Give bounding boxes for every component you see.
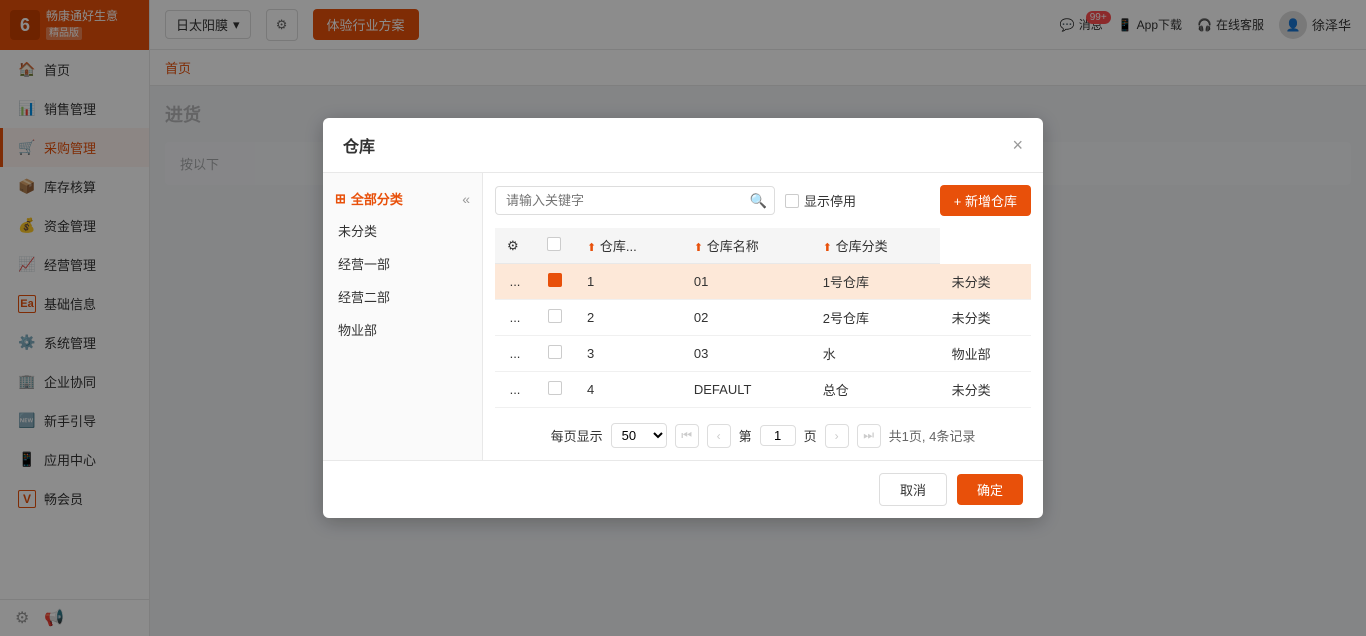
prev-page-button[interactable]: ‹ xyxy=(707,424,731,448)
row-check-2[interactable] xyxy=(535,336,575,372)
warehouse-modal: 仓库 × ⊞ 全部分类 « 未分类 经营一部 经营二部 物业部 xyxy=(323,118,1043,518)
row-code-0: 01 xyxy=(682,264,811,300)
next-page-button[interactable]: › xyxy=(825,424,849,448)
modal-overlay: 仓库 × ⊞ 全部分类 « 未分类 经营一部 经营二部 物业部 xyxy=(0,0,1366,636)
table-row[interactable]: ... 2 02 2号仓库 未分类 xyxy=(495,300,1031,336)
row-category-3: 未分类 xyxy=(940,372,1031,408)
sort-icon-name: ⬆ xyxy=(694,242,703,254)
select-all-checkbox[interactable] xyxy=(547,237,561,251)
tree-item-property[interactable]: 物业部 xyxy=(323,313,482,346)
tree-all-categories[interactable]: ⊞ 全部分类 xyxy=(335,189,403,208)
search-input-wrap: 🔍 xyxy=(495,186,775,215)
last-page-button[interactable]: ⏭ xyxy=(857,424,881,448)
warehouse-table: ⚙ ⬆ 仓库... ⬆ 仓库名称 xyxy=(495,228,1031,408)
row-category-0: 未分类 xyxy=(940,264,1031,300)
add-warehouse-button[interactable]: + 新增仓库 xyxy=(940,185,1031,216)
tree-header: ⊞ 全部分类 « xyxy=(323,183,482,214)
first-page-button[interactable]: ⏮ xyxy=(675,424,699,448)
th-code: ⬆ 仓库... xyxy=(575,228,682,264)
warehouse-table-wrap: ⚙ ⬆ 仓库... ⬆ 仓库名称 xyxy=(495,228,1031,408)
row-name-2: 水 xyxy=(811,336,940,372)
row-code-3: DEFAULT xyxy=(682,372,811,408)
sort-icon-code: ⬆ xyxy=(587,242,596,254)
tree-item-uncategorized[interactable]: 未分类 xyxy=(323,214,482,247)
row-gear-1: ... xyxy=(495,300,535,336)
page-input[interactable] xyxy=(760,425,796,446)
tree-item-ops2[interactable]: 经营二部 xyxy=(323,280,482,313)
row-num-3: 4 xyxy=(575,372,682,408)
page-suffix: 页 xyxy=(804,426,817,445)
row-name-3: 总仓 xyxy=(811,372,940,408)
row-num-2: 3 xyxy=(575,336,682,372)
row-gear-3: ... xyxy=(495,372,535,408)
row-check-0[interactable] xyxy=(535,264,575,300)
search-icon: 🔍 xyxy=(750,192,767,209)
row-code-1: 02 xyxy=(682,300,811,336)
modal-body: ⊞ 全部分类 « 未分类 经营一部 经营二部 物业部 🔍 xyxy=(323,173,1043,460)
row-check-3[interactable] xyxy=(535,372,575,408)
row-category-2: 物业部 xyxy=(940,336,1031,372)
show-disabled-checkbox[interactable] xyxy=(785,194,799,208)
grid-icon: ⊞ xyxy=(335,191,346,207)
pagination: 每页显示 50 20 100 ⏮ ‹ 第 页 › ⏭ 共1页, 4条记录 xyxy=(495,423,1031,448)
row-check-1[interactable] xyxy=(535,300,575,336)
modal-header: 仓库 × xyxy=(323,118,1043,173)
table-header: ⚙ ⬆ 仓库... ⬆ 仓库名称 xyxy=(495,228,1031,264)
per-page-label: 每页显示 xyxy=(551,426,603,445)
confirm-button[interactable]: 确定 xyxy=(957,474,1023,505)
row-num-0: 1 xyxy=(575,264,682,300)
th-gear: ⚙ xyxy=(495,228,535,264)
modal-close-button[interactable]: × xyxy=(1012,136,1023,154)
sort-icon-category: ⬆ xyxy=(823,242,832,254)
show-disabled-label[interactable]: 显示停用 xyxy=(785,191,856,210)
modal-title: 仓库 xyxy=(343,133,375,157)
row-code-2: 03 xyxy=(682,336,811,372)
show-disabled-text: 显示停用 xyxy=(804,191,856,210)
row-name-0: 1号仓库 xyxy=(811,264,940,300)
per-page-select[interactable]: 50 20 100 xyxy=(611,423,667,448)
tree-all-label: 全部分类 xyxy=(351,189,403,208)
category-tree-panel: ⊞ 全部分类 « 未分类 经营一部 经营二部 物业部 xyxy=(323,173,483,460)
th-category: ⬆ 仓库分类 xyxy=(811,228,940,264)
th-check xyxy=(535,228,575,264)
row-gear-2: ... xyxy=(495,336,535,372)
th-name: ⬆ 仓库名称 xyxy=(682,228,811,264)
warehouse-table-body: ... 1 01 1号仓库 未分类 ... 2 02 2号仓库 未分类 ... … xyxy=(495,264,1031,408)
table-row[interactable]: ... 3 03 水 物业部 xyxy=(495,336,1031,372)
tree-item-ops1[interactable]: 经营一部 xyxy=(323,247,482,280)
row-num-1: 2 xyxy=(575,300,682,336)
tree-collapse-button[interactable]: « xyxy=(462,191,470,207)
table-row[interactable]: ... 4 DEFAULT 总仓 未分类 xyxy=(495,372,1031,408)
modal-footer: 取消 确定 xyxy=(323,460,1043,518)
search-bar: 🔍 显示停用 + 新增仓库 xyxy=(495,185,1031,216)
cancel-button[interactable]: 取消 xyxy=(879,473,947,506)
row-gear-0: ... xyxy=(495,264,535,300)
search-input[interactable] xyxy=(495,186,775,215)
table-row[interactable]: ... 1 01 1号仓库 未分类 xyxy=(495,264,1031,300)
row-category-1: 未分类 xyxy=(940,300,1031,336)
page-label: 第 xyxy=(739,426,752,445)
warehouse-right-panel: 🔍 显示停用 + 新增仓库 ⚙ xyxy=(483,173,1043,460)
total-info: 共1页, 4条记录 xyxy=(889,426,976,445)
row-name-1: 2号仓库 xyxy=(811,300,940,336)
